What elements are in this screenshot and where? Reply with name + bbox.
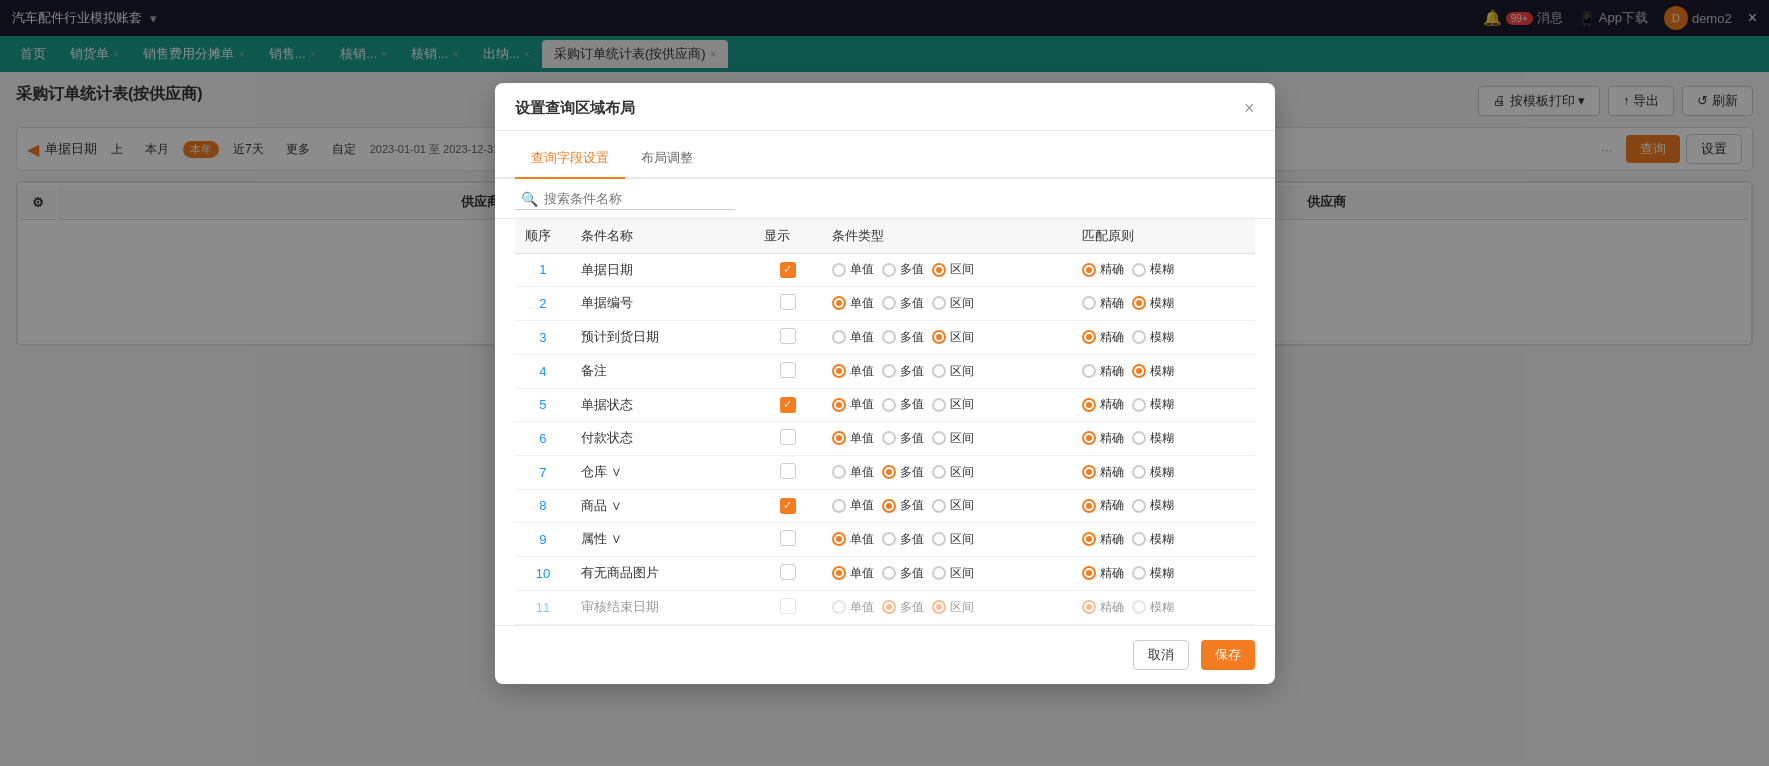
table-row: 4备注单值多值区间精确模糊 [515, 354, 1255, 388]
header-name: 条件名称 [571, 219, 753, 254]
table-row: 5单据状态✓单值多值区间精确模糊 [515, 388, 1255, 421]
conditions-table: 顺序 条件名称 显示 条件类型 匹配原则 1单据日期✓单值多值区间精确模糊2单据… [515, 219, 1255, 625]
search-input[interactable] [544, 191, 724, 206]
search-icon: 🔍 [521, 191, 538, 207]
table-row: 10有无商品图片单值多值区间精确模糊 [515, 556, 1255, 590]
table-row: 8商品 ∨✓单值多值区间精确模糊 [515, 489, 1255, 522]
header-type: 条件类型 [822, 219, 1072, 254]
settings-dialog: 设置查询区域布局 × 查询字段设置 布局调整 🔍 [495, 83, 1275, 684]
modal-overlay[interactable]: 设置查询区域布局 × 查询字段设置 布局调整 🔍 [0, 0, 1769, 766]
save-btn[interactable]: 保存 [1201, 640, 1255, 670]
dialog-tabs: 查询字段设置 布局调整 [495, 131, 1275, 179]
table-header-row: 顺序 条件名称 显示 条件类型 匹配原则 [515, 219, 1255, 254]
table-row: 1单据日期✓单值多值区间精确模糊 [515, 253, 1255, 286]
table-row: 3预计到货日期单值多值区间精确模糊 [515, 320, 1255, 354]
header-match: 匹配原则 [1072, 219, 1254, 254]
table-row: 11审核结束日期单值多值区间精确模糊 [515, 590, 1255, 624]
dialog-title: 设置查询区域布局 [515, 99, 635, 118]
table-row: 9属性 ∨单值多值区间精确模糊 [515, 522, 1255, 556]
header-order: 顺序 [515, 219, 572, 254]
dialog-footer: 取消 保存 [495, 625, 1275, 684]
dialog-table-wrap: 顺序 条件名称 显示 条件类型 匹配原则 1单据日期✓单值多值区间精确模糊2单据… [495, 219, 1275, 625]
tab-query-fields[interactable]: 查询字段设置 [515, 143, 625, 179]
dialog-body: 顺序 条件名称 显示 条件类型 匹配原则 1单据日期✓单值多值区间精确模糊2单据… [495, 219, 1275, 625]
table-row: 7仓库 ∨单值多值区间精确模糊 [515, 455, 1255, 489]
table-row: 2单据编号单值多值区间精确模糊 [515, 286, 1255, 320]
table-row: 6付款状态单值多值区间精确模糊 [515, 421, 1255, 455]
dialog-header: 设置查询区域布局 × [495, 83, 1275, 131]
header-show: 显示 [754, 219, 822, 254]
dialog-close-btn[interactable]: × [1244, 99, 1255, 117]
tab-layout[interactable]: 布局调整 [625, 143, 709, 179]
dialog-search: 🔍 [495, 179, 1275, 219]
cancel-btn[interactable]: 取消 [1133, 640, 1189, 670]
search-wrap: 🔍 [515, 189, 735, 210]
